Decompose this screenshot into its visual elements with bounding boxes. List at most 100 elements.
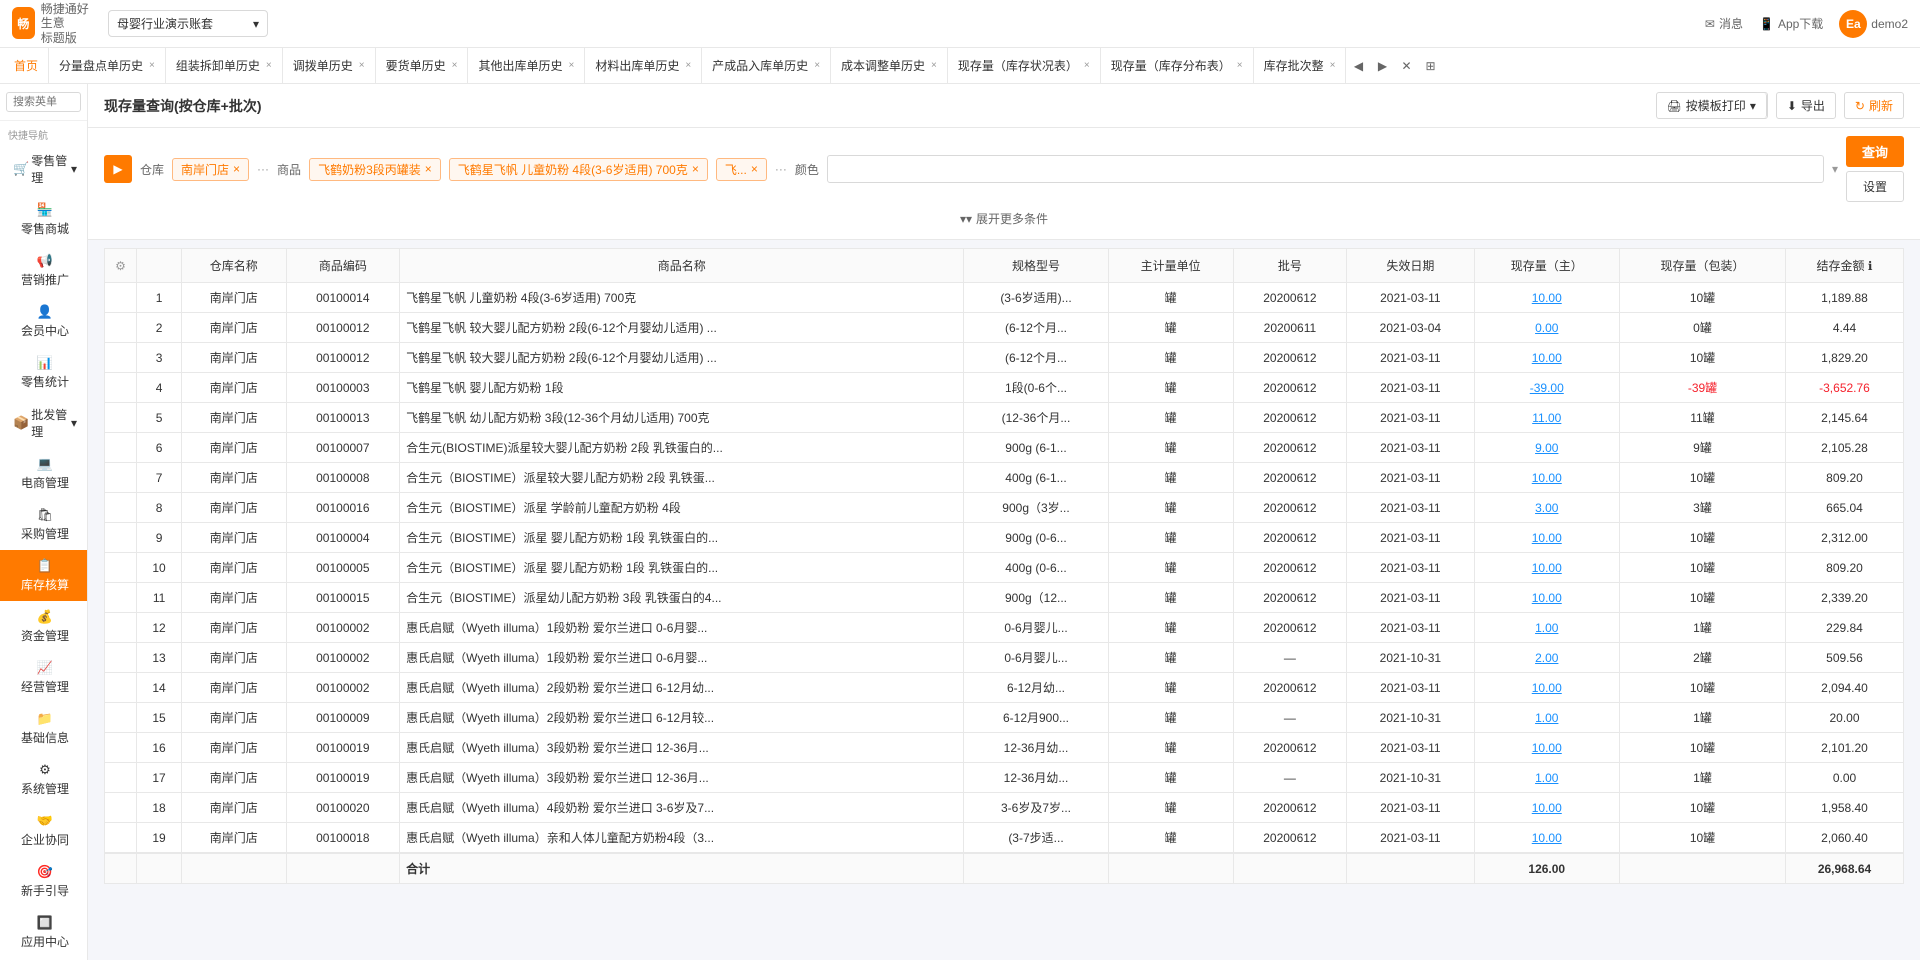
- tab-close-qi-ta[interactable]: ×: [568, 60, 574, 71]
- finance-icon: 💰: [37, 609, 53, 625]
- tab-nav-next[interactable]: ▶: [1370, 48, 1394, 84]
- message-btn[interactable]: ✉ 消息: [1705, 15, 1743, 32]
- product-filter-label: 商品: [277, 161, 301, 178]
- app-download-btn[interactable]: 📱 App下载: [1759, 15, 1823, 32]
- sidebar-item-purchase[interactable]: 🛍 采购管理: [0, 499, 87, 550]
- settings-btn[interactable]: 设置: [1846, 171, 1904, 202]
- th-qty-main: 现存量（主）: [1474, 249, 1619, 283]
- sidebar-item-stats[interactable]: 📊 零售统计: [0, 347, 87, 398]
- chevron-down-icon: ▾: [71, 162, 77, 176]
- shop-icon: 🏪: [37, 202, 53, 218]
- tab-close-cai-liao[interactable]: ×: [685, 60, 691, 71]
- tab-close-diao-bo[interactable]: ×: [359, 60, 365, 71]
- sidebar-item-marketing[interactable]: 📢 营销推广: [0, 245, 87, 296]
- company-select[interactable]: 母婴行业演示账套 ▾: [108, 10, 268, 37]
- refresh-icon: ↻: [1855, 99, 1865, 113]
- dropdown-arrow-icon: ▾: [1750, 99, 1756, 113]
- table-row: 6南岸门店00100007合生元(BIOSTIME)派星较大婴儿配方奶粉 2段 …: [105, 433, 1904, 463]
- table-row: 2南岸门店00100012飞鹤星飞帆 较大婴儿配方奶粉 2段(6-12个月婴幼儿…: [105, 313, 1904, 343]
- page-header: 现存量查询(按仓库+批次) 🖨 按模板打印 ▾ ⬇ 导出 ↻ 刷新: [88, 84, 1920, 128]
- logo-text: 畅捷通好生意 标题版: [41, 2, 92, 45]
- tab-nav-more[interactable]: ⊞: [1418, 48, 1442, 84]
- sidebar-item-apps[interactable]: 🔲 应用中心: [0, 907, 87, 958]
- sidebar-item-system[interactable]: ⚙ 系统管理: [0, 754, 87, 805]
- tab-cheng-ben[interactable]: 成本调整单历史 ×: [831, 48, 948, 84]
- top-bar: 畅 畅捷通好生意 标题版 母婴行业演示账套 ▾ ✉ 消息 📱 App下载 Ea …: [0, 0, 1920, 48]
- summary-amount: 26,968.64: [1786, 853, 1904, 884]
- product-filter-tag2[interactable]: 飞鹤星飞帆 儿童奶粉 4段(3-6岁适用) 700克 ×: [449, 158, 708, 181]
- tab-close-yao-huo[interactable]: ×: [452, 60, 458, 71]
- table-row: 12南岸门店00100002惠氏启赋（Wyeth illuma）1段奶粉 爱尔兰…: [105, 613, 1904, 643]
- th-expire: 失效日期: [1347, 249, 1474, 283]
- tab-close-chan-pin[interactable]: ×: [814, 60, 820, 71]
- product-filter-more: ···: [775, 162, 787, 176]
- filter-expand-toggle[interactable]: ▶: [104, 155, 132, 183]
- export-icon: ⬇: [1787, 99, 1797, 113]
- sidebar-item-guide[interactable]: 🎯 新手引导: [0, 856, 87, 907]
- sidebar-item-ecom[interactable]: 💻 电商管理: [0, 448, 87, 499]
- expand-icon: ▾▾: [960, 212, 972, 226]
- sidebar-item-member[interactable]: 👤 会员中心: [0, 296, 87, 347]
- tab-nav-prev[interactable]: ◀: [1346, 48, 1370, 84]
- tab-yao-huo[interactable]: 要货单历史 ×: [376, 48, 469, 84]
- tab-diao-bo[interactable]: 调拨单历史 ×: [283, 48, 376, 84]
- sidebar-item-finance[interactable]: 💰 资金管理: [0, 601, 87, 652]
- product-filter-tag1[interactable]: 飞鹤奶粉3段丙罐装 ×: [309, 158, 441, 181]
- table-container: ⚙ 仓库名称 商品编码 商品名称 规格型号 主计量单位 批号 失效日期 现存量（…: [88, 240, 1920, 960]
- tab-ku-cun-pi[interactable]: 库存批次整 ×: [1254, 48, 1347, 84]
- tab-xian-cun-ku[interactable]: 现存量（库存状况表） ×: [948, 48, 1101, 84]
- sidebar-item-basic[interactable]: 📁 基础信息: [0, 703, 87, 754]
- table-row: 4南岸门店00100003飞鹤星飞帆 婴儿配方奶粉 1段1段(0-6个...罐2…: [105, 373, 1904, 403]
- tab-close-cheng-ben[interactable]: ×: [931, 60, 937, 71]
- sidebar-item-stock[interactable]: 📋 库存核算: [0, 550, 87, 601]
- tab-home[interactable]: 首页: [4, 48, 49, 84]
- expand-more-btn[interactable]: ▾▾ 展开更多条件: [104, 206, 1904, 231]
- product-tag1-close[interactable]: ×: [425, 162, 432, 176]
- color-filter-input[interactable]: [827, 155, 1824, 183]
- main-layout: 快捷导航 🛒 零售管理 ▾ 🏪 零售商城 📢 营销推广 👤 会员中心 📊 零售统…: [0, 84, 1920, 960]
- summary-row: 合计 126.00 26,968.64: [105, 853, 1904, 884]
- th-settings[interactable]: ⚙: [105, 249, 137, 283]
- color-dropdown-icon[interactable]: ▾: [1832, 162, 1838, 176]
- avatar-img: Ea: [1839, 10, 1867, 38]
- table-row: 17南岸门店00100019惠氏启赋（Wyeth illuma）3段奶粉 爱尔兰…: [105, 763, 1904, 793]
- sidebar-item-corp[interactable]: 🤝 企业协同: [0, 805, 87, 856]
- tab-chan-pin-ru[interactable]: 产成品入库单历史 ×: [702, 48, 831, 84]
- warehouse-filter-label: 仓库: [140, 161, 164, 178]
- sidebar-item-operation[interactable]: 📈 经营管理: [0, 652, 87, 703]
- tab-fen-pan[interactable]: 分量盘点单历史 ×: [49, 48, 166, 84]
- summary-label: 合计: [400, 853, 964, 884]
- tab-close-zu-chai[interactable]: ×: [266, 60, 272, 71]
- user-avatar[interactable]: Ea demo2: [1839, 10, 1908, 38]
- product-tag3-close[interactable]: ×: [751, 162, 758, 176]
- tab-qi-ta-chu[interactable]: 其他出库单历史 ×: [468, 48, 585, 84]
- refresh-btn[interactable]: ↻ 刷新: [1844, 92, 1904, 119]
- sidebar-item-retail[interactable]: 🛒 零售管理 ▾: [0, 144, 87, 194]
- product-filter-tag3[interactable]: 飞... ×: [716, 158, 767, 181]
- search-input[interactable]: [6, 92, 81, 112]
- tab-close-ku[interactable]: ×: [1084, 60, 1090, 71]
- table-row: 9南岸门店00100004合生元（BIOSTIME）派星 婴儿配方奶粉 1段 乳…: [105, 523, 1904, 553]
- tab-nav-close[interactable]: ✕: [1394, 48, 1418, 84]
- tab-xian-cun-fen[interactable]: 现存量（库存分布表） ×: [1101, 48, 1254, 84]
- warehouse-filter-tag[interactable]: 南岸门店 ×: [172, 158, 249, 181]
- warehouse-tag-close[interactable]: ×: [233, 162, 240, 176]
- query-btn[interactable]: 查询: [1846, 136, 1904, 167]
- retail-icon: 🛒: [13, 161, 29, 177]
- tab-close-fen[interactable]: ×: [1237, 60, 1243, 71]
- template-print-btn[interactable]: 🖨 按模板打印 ▾: [1657, 93, 1767, 118]
- export-btn[interactable]: ⬇ 导出: [1776, 92, 1836, 119]
- tab-zu-chai[interactable]: 组装拆卸单历史 ×: [166, 48, 283, 84]
- query-btn-group: 查询 设置: [1846, 136, 1904, 202]
- member-icon: 👤: [37, 304, 53, 320]
- sidebar-item-shop[interactable]: 🏪 零售商城: [0, 194, 87, 245]
- tab-cai-liao[interactable]: 材料出库单历史 ×: [585, 48, 702, 84]
- content-area: 现存量查询(按仓库+批次) 🖨 按模板打印 ▾ ⬇ 导出 ↻ 刷新: [88, 84, 1920, 960]
- sidebar-item-wholesale[interactable]: 📦 批发管理 ▾: [0, 398, 87, 448]
- product-tag2-close[interactable]: ×: [692, 162, 699, 176]
- tab-close-pi[interactable]: ×: [1330, 60, 1336, 71]
- table-row: 18南岸门店00100020惠氏启赋（Wyeth illuma）4段奶粉 爱尔兰…: [105, 793, 1904, 823]
- tab-close-fen-pan[interactable]: ×: [149, 60, 155, 71]
- table-row: 7南岸门店00100008合生元（BIOSTIME）派星较大婴儿配方奶粉 2段 …: [105, 463, 1904, 493]
- gear-icon[interactable]: ⚙: [115, 259, 126, 273]
